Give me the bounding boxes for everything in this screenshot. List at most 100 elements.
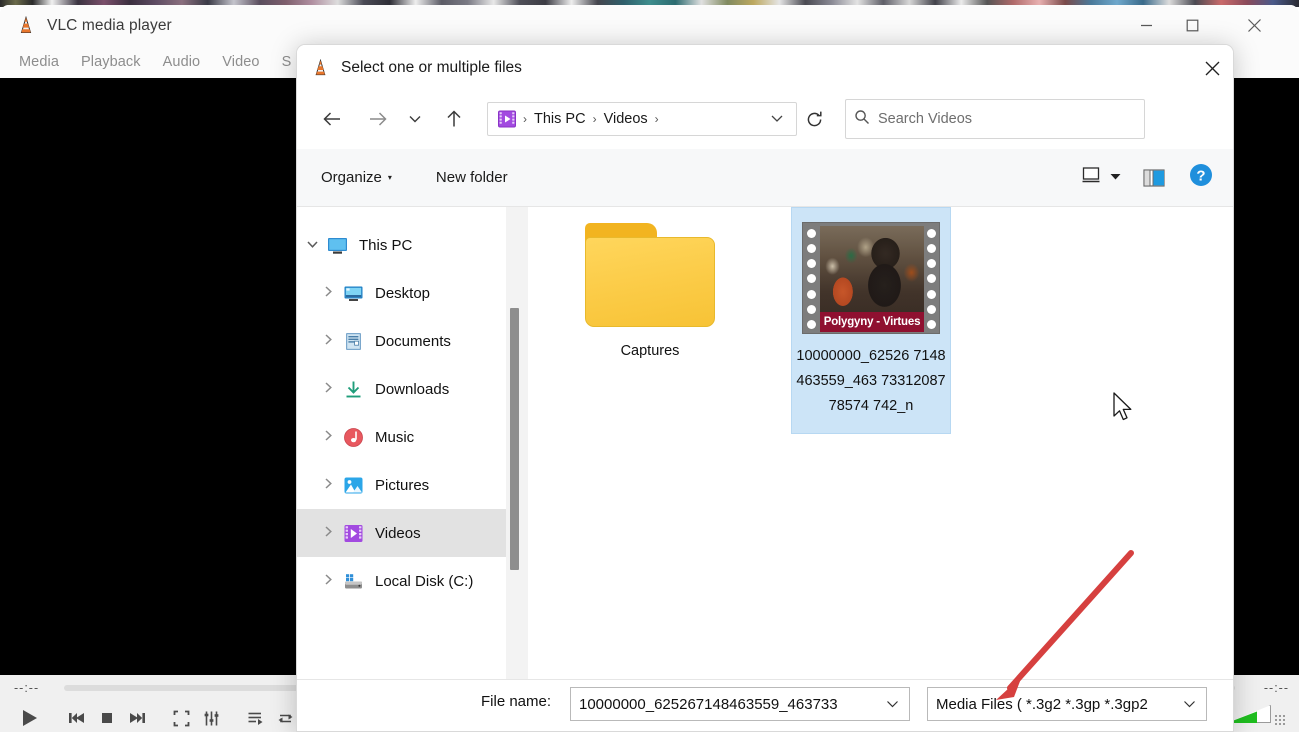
chevron-right-icon[interactable]: [313, 477, 343, 493]
breadcrumb-separator: ›: [654, 112, 659, 126]
sidebar-item-local-disk-c[interactable]: Local Disk (C:): [297, 557, 506, 605]
search-icon: [854, 109, 870, 130]
file-item-captures[interactable]: Captures: [570, 217, 730, 364]
dialog-body: This PC Desktop Documents Downloads Musi…: [297, 207, 1233, 679]
monitor-icon: [327, 235, 348, 256]
sidebar-item-label: Videos: [375, 524, 421, 542]
disk-icon: [343, 571, 364, 592]
menu-item-media[interactable]: Media: [8, 51, 70, 73]
vlc-elapsed-time: --:--: [14, 681, 40, 695]
stop-button[interactable]: [94, 705, 120, 731]
back-button[interactable]: [315, 102, 349, 136]
vlc-close-button[interactable]: [1231, 5, 1277, 46]
chevron-down-icon[interactable]: [297, 238, 327, 252]
menu-item-audio[interactable]: Audio: [152, 51, 212, 73]
preview-pane-button[interactable]: [1143, 168, 1165, 187]
forward-button[interactable]: [361, 102, 395, 136]
sidebar-scrollbar[interactable]: [506, 207, 528, 679]
breadcrumb-dropdown-icon[interactable]: [770, 112, 790, 126]
sidebar-item-label: This PC: [359, 236, 413, 254]
breadcrumb[interactable]: › This PC › Videos ›: [487, 102, 797, 136]
downloads-icon: [343, 379, 364, 400]
video-thumbnail: Polygyny - Virtues: [802, 222, 940, 334]
help-button[interactable]: ?: [1189, 163, 1213, 192]
playlist-button[interactable]: [242, 705, 268, 731]
file-list-pane[interactable]: Captures Polygyny - Virtues 10000000_625…: [528, 207, 1233, 679]
file-item-label: 10000000_62526 7148463559_463 7331208778…: [796, 348, 946, 414]
fullscreen-button[interactable]: [168, 705, 194, 731]
folder-icon: [585, 223, 715, 327]
filename-input[interactable]: 10000000_625267148463559_463733: [570, 687, 910, 721]
sidebar-item-videos[interactable]: Videos: [297, 509, 506, 557]
chevron-down-icon: ▾: [387, 173, 392, 182]
chevron-right-icon[interactable]: [313, 381, 343, 397]
file-item-video[interactable]: Polygyny - Virtues 10000000_62526 714846…: [791, 207, 951, 434]
view-layout-icon: [1081, 165, 1101, 190]
sidebar-item-pictures[interactable]: Pictures: [297, 461, 506, 509]
sidebar-item-documents[interactable]: Documents: [297, 317, 506, 365]
menu-item-video[interactable]: Video: [211, 51, 270, 73]
organize-button[interactable]: Organize ▾: [321, 169, 392, 186]
thumbnail-frame-image: Polygyny - Virtues: [820, 226, 924, 332]
sidebar-item-music[interactable]: Music: [297, 413, 506, 461]
chevron-down-icon[interactable]: [1177, 697, 1202, 711]
videos-folder-icon: [498, 110, 516, 128]
documents-icon: [343, 331, 364, 352]
chevron-right-icon[interactable]: [313, 333, 343, 349]
sidebar-item-downloads[interactable]: Downloads: [297, 365, 506, 413]
dialog-titlebar: Select one or multiple files: [297, 45, 1233, 91]
dialog-close-button[interactable]: [1189, 45, 1233, 91]
filename-value: 10000000_625267148463559_463733: [579, 695, 838, 713]
recent-locations-button[interactable]: [403, 102, 427, 136]
pictures-icon: [343, 475, 364, 496]
loop-button[interactable]: [272, 705, 298, 731]
sidebar-item-desktop[interactable]: Desktop: [297, 269, 506, 317]
breadcrumb-item-this-pc[interactable]: This PC: [534, 111, 586, 127]
next-button[interactable]: [124, 705, 150, 731]
extended-settings-button[interactable]: [198, 705, 224, 731]
file-item-label: Captures: [620, 343, 680, 359]
menu-item-playback[interactable]: Playback: [70, 51, 152, 73]
search-box[interactable]: [845, 99, 1145, 139]
volume-slider[interactable]: [1227, 701, 1285, 725]
dialog-toolbar: Organize ▾ New folder ?: [297, 149, 1233, 207]
search-input[interactable]: [878, 111, 1136, 127]
chevron-right-icon[interactable]: [313, 285, 343, 301]
chevron-right-icon[interactable]: [313, 573, 343, 589]
up-one-level-button[interactable]: [437, 102, 471, 136]
sidebar-item-this-pc[interactable]: This PC: [297, 221, 506, 269]
vlc-cone-icon: [16, 15, 36, 36]
vlc-window-title: VLC media player: [47, 16, 172, 34]
view-options-button[interactable]: [1081, 165, 1121, 190]
filetype-value: Media Files ( *.3g2 *.3gp *.3gp2: [936, 695, 1148, 713]
vlc-total-time: --:--: [1263, 681, 1289, 695]
film-sprockets-left: [803, 223, 819, 335]
chevron-down-icon[interactable]: [880, 697, 905, 711]
chevron-right-icon[interactable]: [313, 525, 343, 541]
sidebar-item-label: Local Disk (C:): [375, 572, 474, 590]
vlc-maximize-button[interactable]: [1169, 5, 1215, 46]
dialog-navigation-bar: › This PC › Videos ›: [297, 91, 1233, 147]
play-button[interactable]: [12, 703, 46, 732]
navigation-sidebar: This PC Desktop Documents Downloads Musi…: [297, 207, 506, 679]
chevron-right-icon[interactable]: [313, 429, 343, 445]
file-open-dialog: Select one or multiple files › This PC ›…: [296, 44, 1234, 732]
dialog-footer: File name: 10000000_625267148463559_4637…: [297, 679, 1233, 731]
breadcrumb-item-videos[interactable]: Videos: [604, 111, 648, 127]
refresh-button[interactable]: [797, 102, 831, 136]
sidebar-item-label: Pictures: [375, 476, 430, 494]
dialog-title: Select one or multiple files: [341, 59, 522, 76]
breadcrumb-separator: ›: [523, 112, 527, 126]
sidebar-item-label: Music: [375, 428, 415, 446]
sidebar-item-label: Downloads: [375, 380, 450, 398]
new-folder-button[interactable]: New folder: [436, 169, 508, 186]
filetype-dropdown[interactable]: Media Files ( *.3g2 *.3gp *.3gp2: [927, 687, 1207, 721]
previous-button[interactable]: [64, 705, 90, 731]
sidebar-item-label: Documents: [375, 332, 451, 350]
vlc-minimize-button[interactable]: [1123, 5, 1169, 46]
scrollbar-thumb[interactable]: [510, 308, 519, 570]
music-icon: [343, 427, 364, 448]
desktop-icon: [343, 283, 364, 304]
vlc-titlebar: VLC media player: [0, 5, 1299, 46]
mouse-cursor: [1113, 392, 1132, 421]
